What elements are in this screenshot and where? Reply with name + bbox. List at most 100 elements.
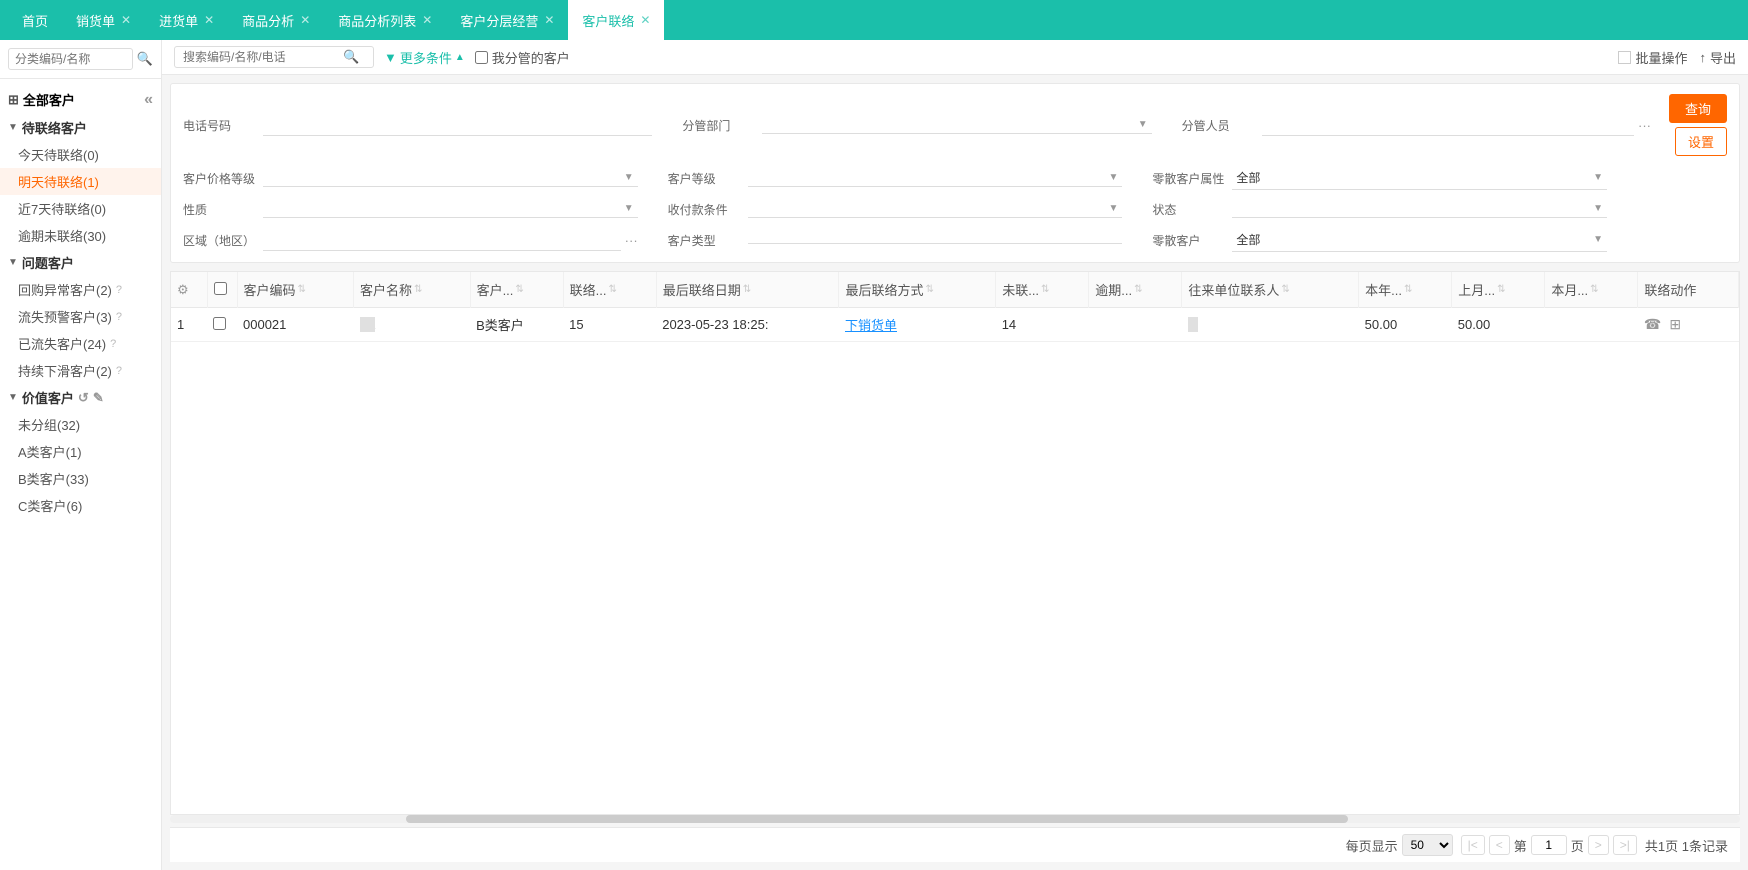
caret-down-icon: ▼ <box>1138 119 1148 130</box>
row-select-checkbox[interactable] <box>213 317 226 330</box>
sidebar-item-today-pending[interactable]: 今天待联络(0) <box>0 141 161 168</box>
sidebar-item-repurchase-abnormal[interactable]: 回购异常客户(2) ? <box>0 276 161 303</box>
help-icon[interactable]: ? <box>116 284 122 296</box>
sidebar-item-churned[interactable]: 已流失客户(24) ? <box>0 330 161 357</box>
pagination: |< < 第 页 > >| <box>1461 835 1637 855</box>
close-icon[interactable]: ✕ <box>121 13 131 27</box>
nav-product-analysis-list[interactable]: 商品分析列表 ✕ <box>324 0 446 40</box>
search-icon[interactable]: 🔍 <box>343 49 359 65</box>
filter-row-1: 电话号码 分管部门 ▼ 分管人员 ··· <box>183 94 1727 156</box>
nav-home[interactable]: 首页 <box>8 0 62 40</box>
row-code: 000021 <box>237 308 354 342</box>
sort-icon[interactable]: ⇅ <box>515 284 523 295</box>
price-grade-select[interactable]: ▼ <box>263 169 638 187</box>
sort-icon[interactable]: ⇅ <box>926 284 934 295</box>
prev-page-btn[interactable]: < <box>1489 835 1510 855</box>
sort-icon[interactable]: ⇅ <box>1134 284 1142 295</box>
sidebar-item-week-pending[interactable]: 近7天待联络(0) <box>0 195 161 222</box>
customer-level-select[interactable]: ▼ <box>748 169 1123 187</box>
filter-btn-col: 查询 设置 <box>1661 94 1727 156</box>
select-all-checkbox[interactable] <box>214 282 227 295</box>
sidebar-section-value[interactable]: ▼ 价值客户 ↺ ✎ <box>0 384 161 411</box>
sort-icon[interactable]: ⇅ <box>1590 284 1598 295</box>
sort-icon[interactable]: ⇅ <box>608 284 616 295</box>
help-icon[interactable]: ? <box>110 338 116 350</box>
my-customer-checkbox[interactable] <box>475 51 488 64</box>
close-icon[interactable]: ✕ <box>422 13 432 27</box>
page-size-select[interactable]: 50 100 200 <box>1402 834 1453 856</box>
query-button[interactable]: 查询 <box>1669 94 1727 123</box>
close-icon[interactable]: ✕ <box>640 13 650 27</box>
refresh-icon[interactable]: ↺ <box>78 390 89 406</box>
filter-field-dept: 分管部门 ▼ <box>682 116 1151 134</box>
col-last-contact-date: 最后联络日期 ⇅ <box>656 272 839 308</box>
edit-icon[interactable]: ✎ <box>93 390 104 406</box>
nature-select[interactable]: ▼ <box>263 200 638 218</box>
more-action-icon[interactable]: ⊞ <box>1669 316 1681 333</box>
close-icon[interactable]: ✕ <box>300 13 310 27</box>
help-icon[interactable]: ? <box>116 311 122 323</box>
close-icon[interactable]: ✕ <box>544 13 554 27</box>
sort-icon[interactable]: ⇅ <box>1497 284 1505 295</box>
content-area: 🔍 ▼ 更多条件 ▲ 我分管的客户 批量操作 ↑ 导出 <box>162 40 1748 870</box>
scrollbar-thumb[interactable] <box>406 815 1348 823</box>
nav-customer-layered[interactable]: 客户分层经营 ✕ <box>446 0 568 40</box>
table-row: 1 000021 Ea B类客户 15 2023-05-23 18:25: 下销… <box>171 308 1739 342</box>
close-icon[interactable]: ✕ <box>204 13 214 27</box>
payment-select[interactable]: ▼ <box>748 200 1123 218</box>
sidebar-search-icon[interactable]: 🔍 <box>137 51 153 67</box>
sidebar-search-input[interactable] <box>8 48 133 70</box>
row-last-month: 50.00 <box>1452 308 1545 342</box>
sidebar-section-problem[interactable]: ▼ 问题客户 <box>0 249 161 276</box>
last-page-btn[interactable]: >| <box>1613 835 1637 855</box>
sidebar-item-class-b[interactable]: B类客户(33) <box>0 465 161 492</box>
sidebar-section-pending[interactable]: ▼ 待联络客户 <box>0 114 161 141</box>
sort-icon[interactable]: ⇅ <box>414 284 422 295</box>
sort-icon[interactable]: ⇅ <box>1404 284 1412 295</box>
search-input[interactable] <box>183 50 343 64</box>
sort-icon[interactable]: ⇅ <box>1041 284 1049 295</box>
nav-customer-contact[interactable]: 客户联络 ✕ <box>568 0 664 40</box>
customer-type-select[interactable] <box>748 237 1123 244</box>
sidebar-item-overdue-pending[interactable]: 逾期未联络(30) <box>0 222 161 249</box>
row-no-contact: 14 <box>996 308 1089 342</box>
more-filter-btn[interactable]: ▼ 更多条件 ▲ <box>384 48 465 67</box>
sidebar-tree: ⊞ 全部客户 « ▼ 待联络客户 今天待联络(0) 明天待联络(1) 近7天待联… <box>0 79 161 870</box>
help-icon[interactable]: ? <box>116 365 122 377</box>
area-input[interactable] <box>263 230 621 251</box>
settings-button[interactable]: 设置 <box>1675 127 1727 156</box>
sidebar-item-churn-warning[interactable]: 流失预警客户(3) ? <box>0 303 161 330</box>
retail-attr-select[interactable]: 全部 ▼ <box>1232 166 1607 190</box>
more-icon[interactable]: ··· <box>1638 118 1651 133</box>
sort-icon[interactable]: ⇅ <box>743 284 751 295</box>
sidebar-item-all-customers[interactable]: ⊞ 全部客户 « <box>0 85 161 114</box>
dept-select[interactable]: ▼ <box>762 116 1151 134</box>
person-input[interactable] <box>1262 115 1634 136</box>
batch-op-btn[interactable]: 批量操作 <box>1618 48 1687 67</box>
phone-input[interactable] <box>263 115 652 136</box>
retail-customer-select[interactable]: 全部 ▼ <box>1232 228 1607 252</box>
more-icon[interactable]: ··· <box>625 233 638 248</box>
gear-icon[interactable]: ⚙ <box>177 282 189 297</box>
next-page-btn[interactable]: > <box>1588 835 1609 855</box>
nav-purchase-order[interactable]: 进货单 ✕ <box>145 0 228 40</box>
row-last-contact-date: 2023-05-23 18:25: <box>656 308 839 342</box>
page-number-input[interactable] <box>1531 835 1567 855</box>
last-contact-method-link[interactable]: 下销货单 <box>845 318 897 333</box>
collapse-icon[interactable]: « <box>144 91 153 109</box>
first-page-btn[interactable]: |< <box>1461 835 1485 855</box>
nav-sales-order[interactable]: 销货单 ✕ <box>62 0 145 40</box>
nav-product-analysis[interactable]: 商品分析 ✕ <box>228 0 324 40</box>
status-select[interactable]: ▼ <box>1232 200 1607 218</box>
sidebar-item-ungrouped[interactable]: 未分组(32) <box>0 411 161 438</box>
sort-icon[interactable]: ⇅ <box>1281 284 1289 295</box>
phone-action-icon[interactable]: ☎ <box>1644 316 1661 333</box>
sidebar-item-class-c[interactable]: C类客户(6) <box>0 492 161 519</box>
sidebar-item-declining[interactable]: 持续下滑客户(2) ? <box>0 357 161 384</box>
horizontal-scrollbar[interactable] <box>170 815 1740 823</box>
export-btn[interactable]: ↑ 导出 <box>1699 48 1736 67</box>
sort-icon[interactable]: ⇅ <box>298 284 306 295</box>
sidebar-item-tomorrow-pending[interactable]: 明天待联络(1) <box>0 168 161 195</box>
sidebar-item-class-a[interactable]: A类客户(1) <box>0 438 161 465</box>
col-type: 客户... ⇅ <box>470 272 563 308</box>
